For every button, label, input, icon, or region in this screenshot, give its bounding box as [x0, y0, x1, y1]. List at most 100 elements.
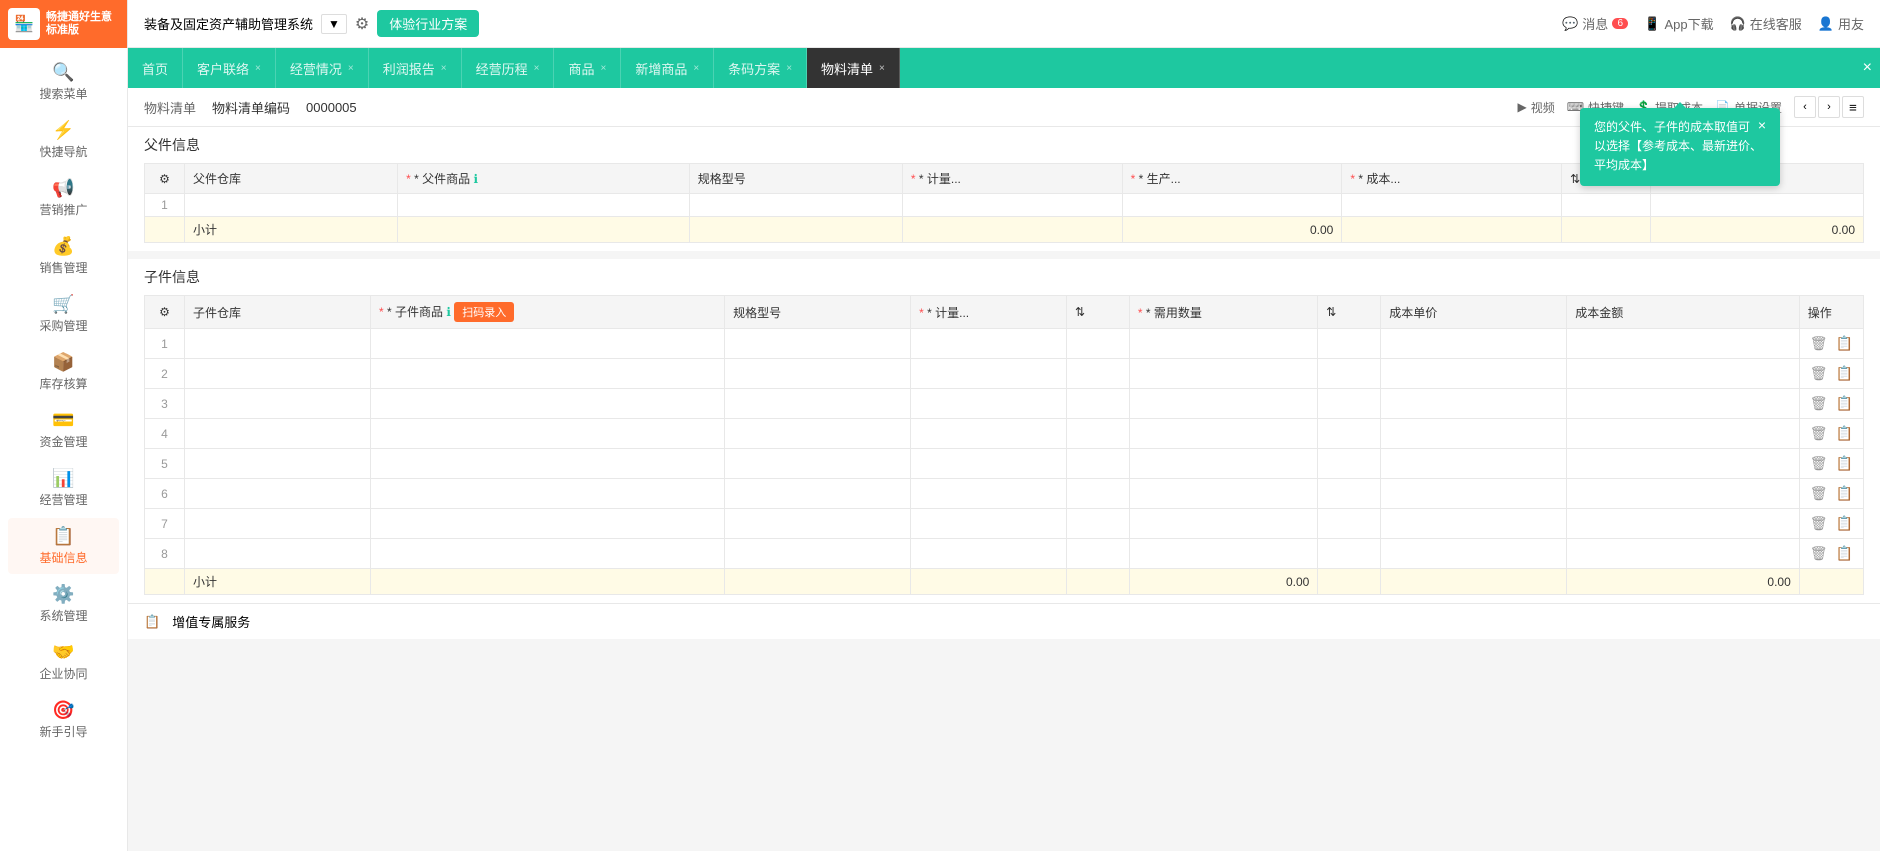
tab-home[interactable]: 首页 [128, 48, 183, 88]
copy-row-btn[interactable]: 📋 [1834, 393, 1855, 414]
dropdown-btn[interactable]: ▼ [321, 14, 347, 34]
child-spec-cell[interactable] [725, 479, 911, 509]
parent-produce-cell[interactable] [1122, 194, 1342, 217]
child-unit-cost-cell[interactable] [1381, 449, 1567, 479]
tab-barcode[interactable]: 条码方案 × [714, 48, 807, 88]
tab-close-icon[interactable]: × [348, 63, 354, 74]
trial-button[interactable]: 体验行业方案 [377, 10, 479, 37]
child-product-cell[interactable] [371, 329, 725, 359]
child-qty-cell[interactable] [1129, 389, 1317, 419]
child-warehouse-cell[interactable] [185, 359, 371, 389]
sidebar-item-purchase[interactable]: 🛒 采购管理 [8, 286, 119, 342]
delete-row-btn[interactable]: 🗑 [1808, 513, 1830, 534]
tooltip-close-btn[interactable]: × [1758, 118, 1766, 132]
child-warehouse-cell[interactable] [185, 329, 371, 359]
parent-unit-cell[interactable] [902, 194, 1122, 217]
child-product-cell[interactable] [371, 359, 725, 389]
tab-product[interactable]: 商品 × [554, 48, 621, 88]
list-view-btn[interactable]: ≡ [1842, 96, 1864, 118]
tab-operations[interactable]: 经营情况 × [276, 48, 369, 88]
child-spec-cell[interactable] [725, 449, 911, 479]
copy-row-btn[interactable]: 📋 [1834, 453, 1855, 474]
child-qty-cell[interactable] [1129, 359, 1317, 389]
sidebar-item-system[interactable]: ⚙️ 系统管理 [8, 576, 119, 632]
scan-btn[interactable]: 扫码录入 [454, 302, 514, 322]
breadcrumb-bom[interactable]: 物料清单 [144, 98, 196, 117]
delete-row-btn[interactable]: 🗑 [1808, 543, 1830, 564]
user-item[interactable]: 👤 用友 [1818, 14, 1864, 33]
sidebar-item-search[interactable]: 🔍 搜索菜单 [8, 54, 119, 110]
child-qty-cell[interactable] [1129, 539, 1317, 569]
child-qty-cell[interactable] [1129, 329, 1317, 359]
sidebar-item-enterprise[interactable]: 🤝 企业协同 [8, 634, 119, 690]
child-product-cell[interactable] [371, 509, 725, 539]
online-service-item[interactable]: 🎧 在线客服 [1730, 14, 1802, 33]
sidebar-item-quick[interactable]: ⚡ 快捷导航 [8, 112, 119, 168]
prev-btn[interactable]: ‹ [1794, 96, 1816, 118]
sidebar-item-sales[interactable]: 💰 销售管理 [8, 228, 119, 284]
child-unit-cell[interactable] [911, 449, 1067, 479]
sidebar-item-operations[interactable]: 📊 经营管理 [8, 460, 119, 516]
sidebar-item-inventory[interactable]: 📦 库存核算 [8, 344, 119, 400]
child-unit-cost-cell[interactable] [1381, 509, 1567, 539]
child-unit-cell[interactable] [911, 419, 1067, 449]
delete-row-btn[interactable]: 🗑 [1808, 363, 1830, 384]
tab-close-icon[interactable]: × [441, 63, 447, 74]
parent-cost-cell[interactable] [1342, 194, 1562, 217]
copy-row-btn[interactable]: 📋 [1834, 543, 1855, 564]
copy-row-btn[interactable]: 📋 [1834, 363, 1855, 384]
child-qty-cell[interactable] [1129, 479, 1317, 509]
child-unit-cell[interactable] [911, 359, 1067, 389]
child-product-cell[interactable] [371, 449, 725, 479]
child-col-settings[interactable]: ⚙ [145, 296, 185, 329]
view-action[interactable]: ▶ 视频 [1517, 99, 1554, 116]
child-unit-cost-cell[interactable] [1381, 329, 1567, 359]
app-download-item[interactable]: 📱 App下载 [1644, 14, 1713, 33]
child-unit-cost-cell[interactable] [1381, 419, 1567, 449]
delete-row-btn[interactable]: 🗑 [1808, 453, 1830, 474]
child-unit-cell[interactable] [911, 479, 1067, 509]
child-unit-cell[interactable] [911, 539, 1067, 569]
tab-close-icon[interactable]: × [786, 63, 792, 74]
copy-row-btn[interactable]: 📋 [1834, 483, 1855, 504]
child-qty-cell[interactable] [1129, 419, 1317, 449]
delete-row-btn[interactable]: 🗑 [1808, 483, 1830, 504]
child-warehouse-cell[interactable] [185, 419, 371, 449]
child-unit-cost-cell[interactable] [1381, 359, 1567, 389]
col-settings[interactable]: ⚙ [145, 164, 185, 194]
tab-bom[interactable]: 物料清单 × [807, 48, 900, 88]
child-spec-cell[interactable] [725, 389, 911, 419]
child-product-cell[interactable] [371, 539, 725, 569]
tab-close-icon[interactable]: × [879, 63, 885, 74]
copy-row-btn[interactable]: 📋 [1834, 333, 1855, 354]
sidebar-item-basic[interactable]: 📋 基础信息 [8, 518, 119, 574]
child-warehouse-cell[interactable] [185, 479, 371, 509]
sidebar-item-guide[interactable]: 🎯 新手引导 [8, 692, 119, 748]
child-unit-cell[interactable] [911, 329, 1067, 359]
tab-close-icon[interactable]: × [693, 63, 699, 74]
parent-spec-cell[interactable] [689, 194, 902, 217]
child-spec-cell[interactable] [725, 539, 911, 569]
child-product-cell[interactable] [371, 479, 725, 509]
tab-new-product[interactable]: 新增商品 × [621, 48, 714, 88]
child-unit-cost-cell[interactable] [1381, 389, 1567, 419]
sidebar-item-finance[interactable]: 💳 资金管理 [8, 402, 119, 458]
child-unit-cell[interactable] [911, 389, 1067, 419]
tab-profit[interactable]: 利润报告 × [369, 48, 462, 88]
child-unit-cell[interactable] [911, 509, 1067, 539]
next-btn[interactable]: › [1818, 96, 1840, 118]
child-unit-cost-cell[interactable] [1381, 539, 1567, 569]
message-item[interactable]: 💬 消息 6 [1562, 14, 1628, 33]
child-unit-cost-cell[interactable] [1381, 479, 1567, 509]
child-spec-cell[interactable] [725, 329, 911, 359]
delete-row-btn[interactable]: 🗑 [1808, 393, 1830, 414]
tab-close-icon[interactable]: × [600, 63, 606, 74]
parent-warehouse-cell[interactable] [185, 194, 398, 217]
tab-close-icon[interactable]: × [255, 63, 261, 74]
child-qty-cell[interactable] [1129, 509, 1317, 539]
child-warehouse-cell[interactable] [185, 509, 371, 539]
tab-history[interactable]: 经营历程 × [462, 48, 555, 88]
settings-btn[interactable]: ⚙ [355, 14, 369, 34]
child-qty-cell[interactable] [1129, 449, 1317, 479]
child-spec-cell[interactable] [725, 419, 911, 449]
